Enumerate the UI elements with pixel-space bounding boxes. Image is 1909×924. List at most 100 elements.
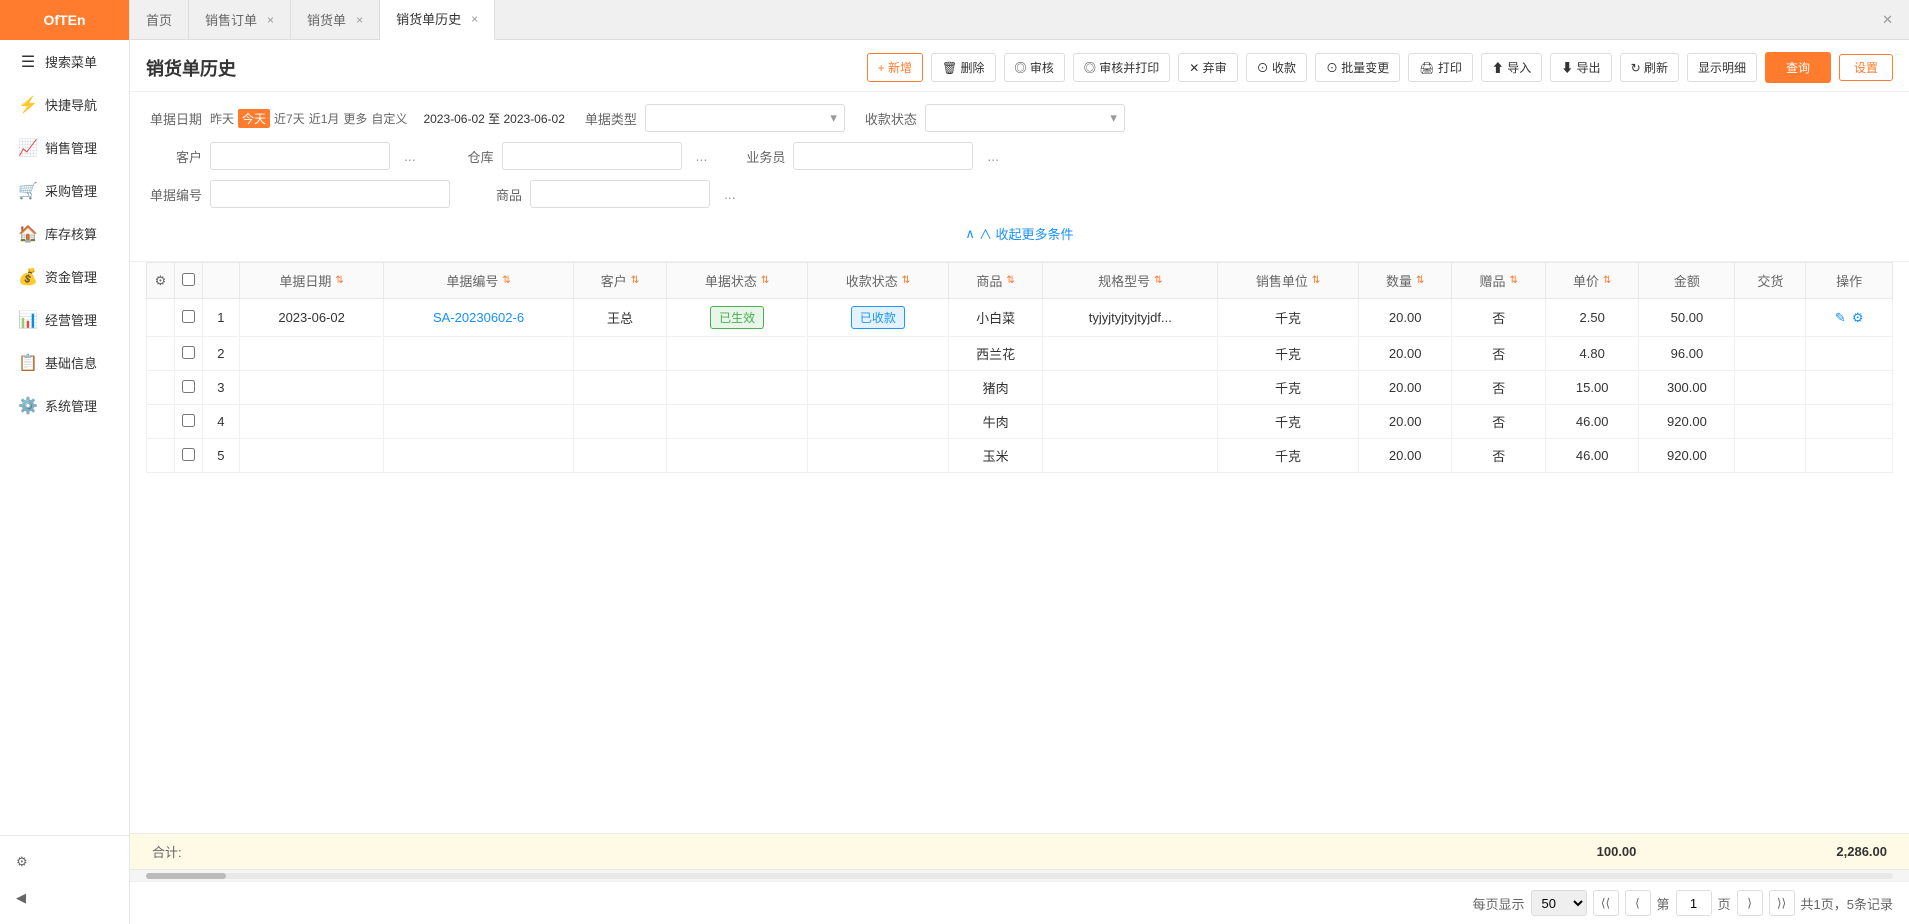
spec-sort-icon: ⇅ [1154, 275, 1162, 286]
salesperson-ellipsis[interactable]: ... [981, 146, 1005, 166]
salesperson-input[interactable] [793, 142, 973, 170]
show-detail-button[interactable]: 显示明细 [1687, 53, 1757, 82]
import-button[interactable]: ⬆ 导入 [1481, 53, 1542, 82]
new-button[interactable]: + 新增 [867, 53, 923, 82]
gear-icon[interactable]: ⚙ [155, 273, 167, 288]
th-gift[interactable]: 赠品 ⇅ [1452, 263, 1546, 299]
row-checkbox[interactable] [182, 380, 195, 393]
th-doc-no-label: 单据编号 [446, 271, 498, 290]
customer-ellipsis[interactable]: ... [398, 146, 422, 166]
refresh-button[interactable]: ↻ 刷新 [1620, 53, 1679, 82]
delete-button[interactable]: 🗑 删除 [931, 53, 996, 82]
goods-ellipsis[interactable]: ... [718, 184, 742, 204]
goods-input[interactable] [530, 180, 710, 208]
row-checkbox[interactable] [182, 346, 195, 359]
warehouse-ellipsis[interactable]: ... [690, 146, 714, 166]
tab-home[interactable]: 首页 [130, 0, 189, 40]
tab-sales-history[interactable]: 销货单历史 × [380, 0, 495, 40]
th-spec[interactable]: 规格型号 ⇅ [1043, 263, 1218, 299]
print-button[interactable]: 🖨 打印 [1408, 53, 1473, 82]
tab-sales-history-label: 销货单历史 [396, 9, 461, 28]
date-7days[interactable]: 近7天 [274, 110, 305, 127]
td-doc-date [239, 439, 384, 473]
tab-sales-goods[interactable]: 销货单 × [291, 0, 380, 40]
row-checkbox[interactable] [182, 414, 195, 427]
th-quantity[interactable]: 数量 ⇅ [1358, 263, 1452, 299]
sidebar-item-system-mgmt[interactable]: ⚙️ 系统管理 [0, 384, 129, 427]
select-all-checkbox[interactable] [182, 273, 195, 286]
date-1month[interactable]: 近1月 [309, 110, 340, 127]
date-yesterday[interactable]: 昨天 [210, 110, 234, 127]
audit-print-button[interactable]: ◎ 审核并打印 [1073, 53, 1170, 82]
tab-sales-order-close[interactable]: × [267, 13, 274, 27]
th-goods[interactable]: 商品 ⇅ [948, 263, 1043, 299]
collect-status-select[interactable] [925, 104, 1125, 132]
more-op-btn[interactable]: ⚙ [1849, 310, 1867, 325]
sidebar-item-label: 快捷导航 [45, 95, 97, 114]
export-button[interactable]: ⬇ 导出 [1550, 53, 1611, 82]
sidebar-item-finance-mgmt[interactable]: 💰 资金管理 [0, 255, 129, 298]
collapse-btn[interactable]: ∧ ∧ 收起更多条件 [146, 218, 1893, 249]
warehouse-input[interactable] [502, 142, 682, 170]
tab-sales-goods-close[interactable]: × [356, 13, 363, 27]
td-doc-status [667, 337, 808, 371]
doc-no-input[interactable] [210, 180, 450, 208]
page-size-select[interactable]: 50 100 200 [1531, 890, 1587, 916]
doc-no-link[interactable]: SA-20230602-6 [433, 310, 524, 325]
batch-change-button[interactable]: ⊙ 批量变更 [1315, 53, 1400, 82]
td-doc-status [667, 371, 808, 405]
page-next-btn[interactable]: ⟩ [1737, 890, 1763, 916]
scrollbar-area[interactable] [130, 869, 1909, 881]
sidebar-bottom-settings[interactable]: ⚙ [0, 844, 129, 880]
collapse-icon: ◀ [16, 890, 26, 906]
th-unit-price[interactable]: 单价 ⇅ [1545, 263, 1639, 299]
page-prev-btn[interactable]: ⟨ [1625, 890, 1651, 916]
gift-sort-icon: ⇅ [1510, 275, 1518, 286]
th-sales-unit[interactable]: 销售单位 ⇅ [1218, 263, 1359, 299]
collapse-label: ∧ 收起更多条件 [979, 224, 1074, 243]
doc-no-sort-icon: ⇅ [502, 275, 510, 286]
edit-op-btn[interactable]: ✎ [1832, 310, 1849, 325]
td-doc-date [239, 337, 384, 371]
row-checkbox[interactable] [182, 448, 195, 461]
table-row: 3 猪肉 千克 20.00 否 15.00 300.00 [147, 371, 1893, 405]
row-checkbox[interactable] [182, 310, 195, 323]
th-collect-status[interactable]: 收款状态 ⇅ [808, 263, 949, 299]
abandon-button[interactable]: ✕ 弃审 [1178, 53, 1237, 82]
sidebar-item-operations-mgmt[interactable]: 📊 经营管理 [0, 298, 129, 341]
sidebar-item-purchase-mgmt[interactable]: 🛒 采购管理 [0, 169, 129, 212]
date-more[interactable]: 更多 [343, 110, 367, 127]
tab-sales-history-close[interactable]: × [471, 12, 478, 26]
doc-type-select[interactable] [645, 104, 845, 132]
th-doc-status[interactable]: 单据状态 ⇅ [667, 263, 808, 299]
date-custom[interactable]: 自定义 [371, 110, 407, 127]
customer-input[interactable] [210, 142, 390, 170]
sidebar-item-inventory-calc[interactable]: 🏠 库存核算 [0, 212, 129, 255]
date-today[interactable]: 今天 [238, 109, 270, 128]
th-customer[interactable]: 客户 ⇅ [573, 263, 667, 299]
sidebar-item-label: 销售管理 [45, 138, 97, 157]
th-doc-date[interactable]: 单据日期 ⇅ [239, 263, 384, 299]
table-row: 2 西兰花 千克 20.00 否 4.80 96.00 [147, 337, 1893, 371]
page-last-btn[interactable]: ⟩⟩ [1769, 890, 1795, 916]
sidebar-item-basic-info[interactable]: 📋 基础信息 [0, 341, 129, 384]
sidebar-item-sales-mgmt[interactable]: 📈 销售管理 [0, 126, 129, 169]
audit-button[interactable]: ◎ 审核 [1004, 53, 1065, 82]
sidebar-item-search-menu[interactable]: ☰ 搜索菜单 [0, 40, 129, 83]
page-input[interactable] [1676, 890, 1712, 916]
collect-button[interactable]: ⊙ 收款 [1246, 53, 1307, 82]
td-sales-unit: 千克 [1218, 299, 1359, 337]
td-goods: 猪肉 [948, 371, 1043, 405]
query-button[interactable]: 查询 [1765, 52, 1831, 83]
collect-status-select-wrapper: ▾ [925, 104, 1125, 132]
scrollbar-thumb[interactable] [146, 873, 226, 879]
td-deal [1735, 439, 1806, 473]
th-amount-label: 金额 [1674, 274, 1700, 289]
sidebar-item-quick-nav[interactable]: ⚡ 快捷导航 [0, 83, 129, 126]
td-collect-status [808, 371, 949, 405]
page-first-btn[interactable]: ⟨⟨ [1593, 890, 1619, 916]
set-button[interactable]: 设置 [1839, 54, 1893, 81]
sidebar-bottom-collapse[interactable]: ◀ [0, 880, 129, 916]
tab-sales-order[interactable]: 销售订单 × [189, 0, 291, 40]
th-doc-no[interactable]: 单据编号 ⇅ [384, 263, 573, 299]
